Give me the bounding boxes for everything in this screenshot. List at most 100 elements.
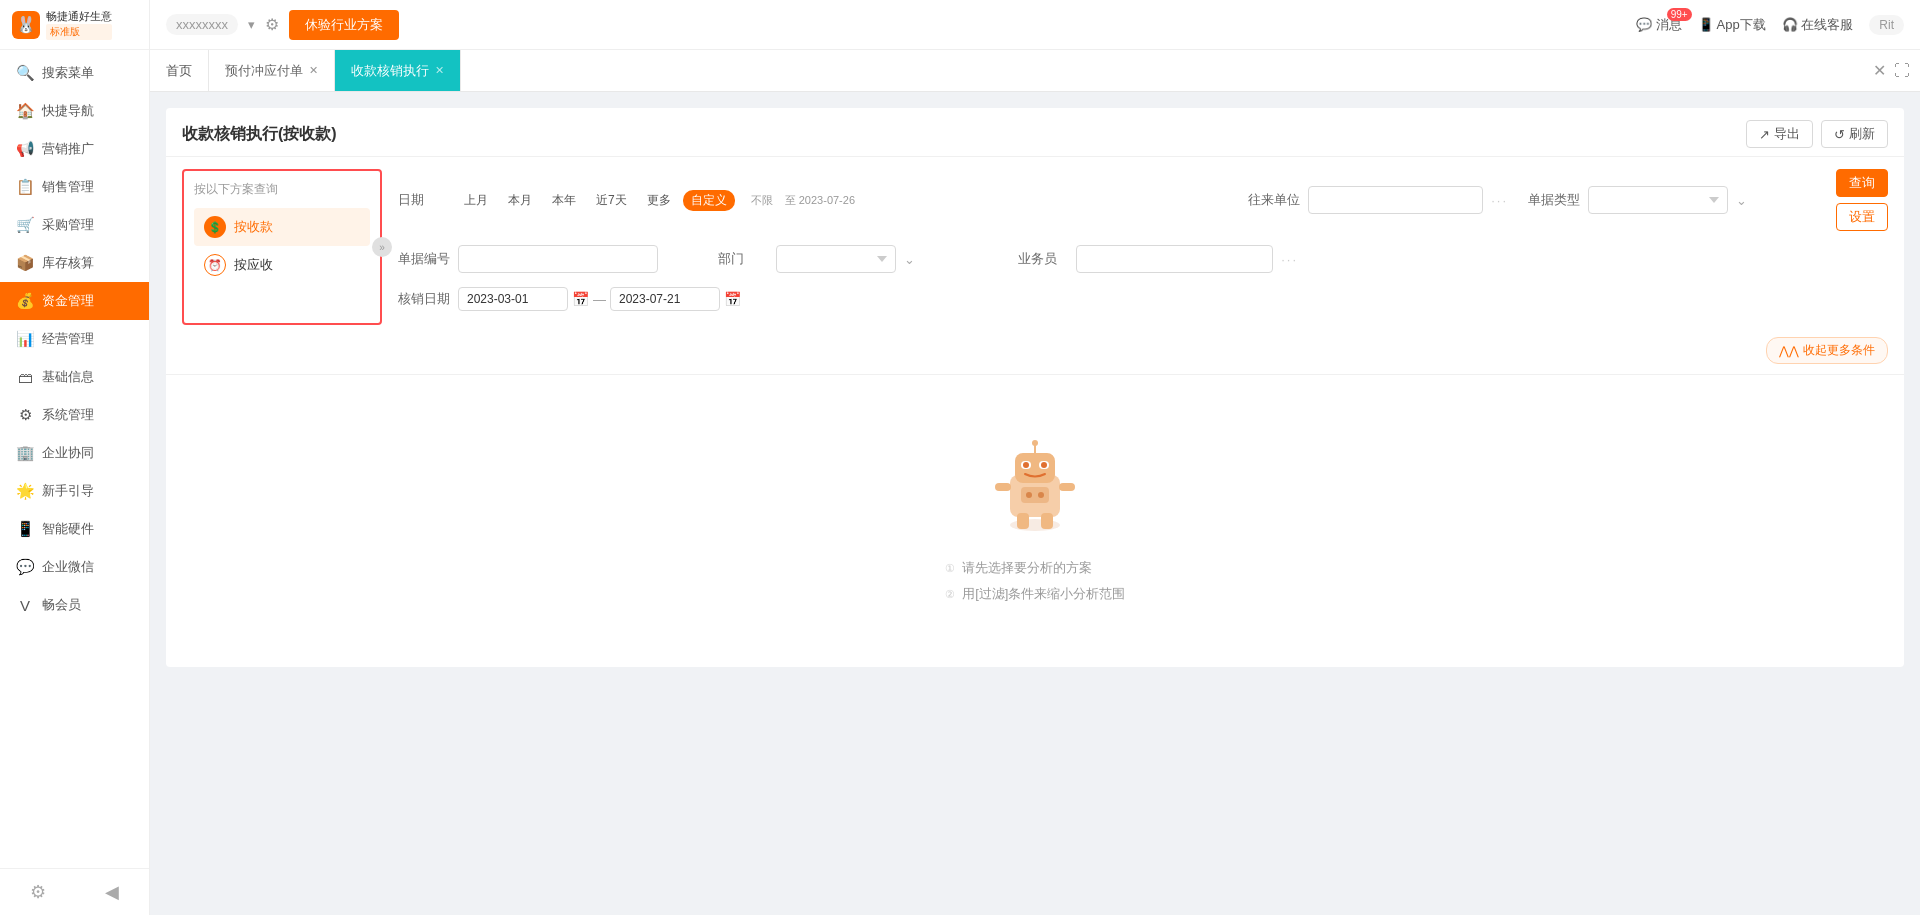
export-button[interactable]: ↗ 导出: [1746, 120, 1813, 148]
shortcut-last-month[interactable]: 上月: [456, 190, 496, 211]
collapse-more-button[interactable]: ⋀⋀ 收起更多条件: [1766, 337, 1888, 364]
verify-date-start-calendar[interactable]: 📅: [572, 291, 589, 307]
page-actions: ↗ 导出 ↺ 刷新: [1746, 120, 1888, 148]
shortcut-this-year[interactable]: 本年: [544, 190, 584, 211]
member-icon: V: [16, 597, 34, 614]
doc-num-label: 单据编号: [398, 250, 450, 268]
sidebar-item-search[interactable]: 🔍 搜索菜单: [0, 54, 149, 92]
date-label: 日期: [398, 191, 448, 209]
tab-close-all[interactable]: ✕: [1873, 61, 1886, 80]
sidebar-collapse-btn[interactable]: ◀: [97, 877, 127, 907]
main-content: xxxxxxxx ▾ ⚙ 休验行业方案 💬 消息 99+ 📱 App下载 🎧 在…: [150, 0, 1920, 915]
doc-type-select[interactable]: [1588, 186, 1728, 214]
doc-type-dropdown[interactable]: ⌄: [1736, 193, 1749, 208]
sidebar-item-enterprise[interactable]: 🏢 企业协同: [0, 434, 149, 472]
shortcut-more[interactable]: 更多: [639, 190, 679, 211]
filter-panel: 按以下方案查询 💲 按收款 ⏰ 按应收 »: [166, 157, 1904, 337]
shortcut-this-month[interactable]: 本月: [500, 190, 540, 211]
sales-icon: 📋: [16, 178, 34, 196]
shortcut-custom[interactable]: 自定义: [683, 190, 735, 211]
svg-point-14: [1026, 492, 1032, 498]
verify-date-end-input[interactable]: [610, 287, 720, 311]
tip-num-1: ①: [945, 562, 955, 574]
svg-rect-10: [1041, 513, 1053, 529]
sidebar-label-sales: 销售管理: [42, 178, 94, 196]
tip-text-1: 请先选择要分析的方案: [962, 560, 1092, 575]
empty-state: ① 请先选择要分析的方案 ② 用[过滤]条件来缩小分析范围: [166, 375, 1904, 667]
doc-num-input[interactable]: [458, 245, 658, 273]
staff-label: 业务员: [1018, 250, 1068, 268]
sidebar: 🐰 畅捷通好生意 标准版 🔍 搜索菜单🏠 快捷导航📢 营销推广📋 销售管理🛒 采…: [0, 0, 150, 915]
sidebar-label-operations: 经营管理: [42, 330, 94, 348]
receipt-icon: 💲: [204, 216, 226, 238]
sidebar-item-sales[interactable]: 📋 销售管理: [0, 168, 149, 206]
settings-button[interactable]: 设置: [1836, 203, 1888, 231]
date-separator: —: [593, 292, 606, 307]
gear-icon[interactable]: ⚙: [265, 15, 279, 34]
message-badge[interactable]: 💬 消息 99+: [1636, 16, 1682, 34]
date-limit: 至 2023-07-26: [785, 193, 855, 208]
verify-date-field: 核销日期 📅 — 📅: [398, 287, 1888, 311]
solution-button[interactable]: 休验行业方案: [289, 10, 399, 40]
svg-point-12: [1032, 440, 1038, 446]
tab-receipt-verify[interactable]: 收款核销执行 ✕: [335, 50, 461, 91]
form-actions: 查询 设置: [1808, 169, 1888, 231]
shortcut-7days[interactable]: 近7天: [588, 190, 635, 211]
dropdown-arrow[interactable]: ▾: [248, 17, 255, 32]
sidebar-item-operations[interactable]: 📊 经营管理: [0, 320, 149, 358]
tip-text-2: 用[过滤]条件来缩小分析范围: [962, 586, 1125, 601]
collapse-more-label: 收起更多条件: [1803, 342, 1875, 359]
sidebar-item-member[interactable]: V 畅会员: [0, 586, 149, 624]
sidebar-item-wechat[interactable]: 💬 企业微信: [0, 548, 149, 586]
dept-select[interactable]: [776, 245, 896, 273]
sidebar-settings-btn[interactable]: ⚙: [22, 877, 54, 907]
staff-field: 业务员 ···: [1018, 245, 1298, 273]
filter-option-by-receipt[interactable]: 💲 按收款: [194, 208, 370, 246]
sidebar-item-basics[interactable]: 🗃 基础信息: [0, 358, 149, 396]
search-icon: 🔍: [16, 64, 34, 82]
sidebar-label-inventory: 库存核算: [42, 254, 94, 272]
query-button[interactable]: 查询: [1836, 169, 1888, 197]
staff-more-dots[interactable]: ···: [1281, 252, 1298, 267]
filter-row-1: 日期 上月 本月 本年 近7天 更多 自定义 不限: [398, 169, 1888, 231]
verify-date-start-input[interactable]: [458, 287, 568, 311]
sidebar-item-marketing[interactable]: 📢 营销推广: [0, 130, 149, 168]
unit-input[interactable]: [1308, 186, 1483, 214]
dept-dropdown[interactable]: ⌄: [904, 252, 917, 267]
filter-sidebar: 按以下方案查询 💲 按收款 ⏰ 按应收 »: [182, 169, 382, 325]
sidebar-label-basics: 基础信息: [42, 368, 94, 386]
svg-point-5: [1023, 462, 1029, 468]
refresh-button[interactable]: ↺ 刷新: [1821, 120, 1888, 148]
sidebar-item-inventory[interactable]: 📦 库存核算: [0, 244, 149, 282]
unit-label: 往来单位: [1248, 191, 1300, 209]
unit-more-dots[interactable]: ···: [1491, 193, 1508, 208]
sidebar-item-system[interactable]: ⚙ 系统管理: [0, 396, 149, 434]
sidebar-nav: 🔍 搜索菜单🏠 快捷导航📢 营销推广📋 销售管理🛒 采购管理📦 库存核算💰 资金…: [0, 50, 149, 868]
sidebar-item-guide[interactable]: 🌟 新手引导: [0, 472, 149, 510]
staff-input[interactable]: [1076, 245, 1273, 273]
tab-prepay[interactable]: 预付冲应付单 ✕: [209, 50, 335, 91]
tab-home[interactable]: 首页: [150, 50, 209, 91]
top-header: xxxxxxxx ▾ ⚙ 休验行业方案 💬 消息 99+ 📱 App下载 🎧 在…: [150, 0, 1920, 50]
filter-option-by-receivable[interactable]: ⏰ 按应收: [194, 246, 370, 284]
guide-icon: 🌟: [16, 482, 34, 500]
sidebar-item-quick-nav[interactable]: 🏠 快捷导航: [0, 92, 149, 130]
tab-prepay-close[interactable]: ✕: [309, 64, 318, 77]
verify-date-end-calendar[interactable]: 📅: [724, 291, 741, 307]
sidebar-collapse-arrow[interactable]: »: [372, 237, 392, 257]
online-service[interactable]: 🎧 在线客服: [1782, 16, 1854, 34]
sidebar-item-hardware[interactable]: 📱 智能硬件: [0, 510, 149, 548]
sidebar-label-member: 畅会员: [42, 596, 81, 614]
svg-rect-8: [1059, 483, 1075, 491]
doc-num-field: 单据编号: [398, 245, 698, 273]
sidebar-item-purchase[interactable]: 🛒 采购管理: [0, 206, 149, 244]
user-name[interactable]: Rit: [1869, 15, 1904, 35]
sidebar-label-enterprise: 企业协同: [42, 444, 94, 462]
svg-rect-7: [995, 483, 1011, 491]
tab-receipt-verify-close[interactable]: ✕: [435, 64, 444, 77]
app-download[interactable]: 📱 App下载: [1698, 16, 1766, 34]
tab-expand[interactable]: ⛶: [1894, 62, 1910, 80]
sidebar-bottom: ⚙ ◀: [0, 868, 149, 915]
svg-rect-9: [1017, 513, 1029, 529]
sidebar-item-finance[interactable]: 💰 资金管理: [0, 282, 149, 320]
